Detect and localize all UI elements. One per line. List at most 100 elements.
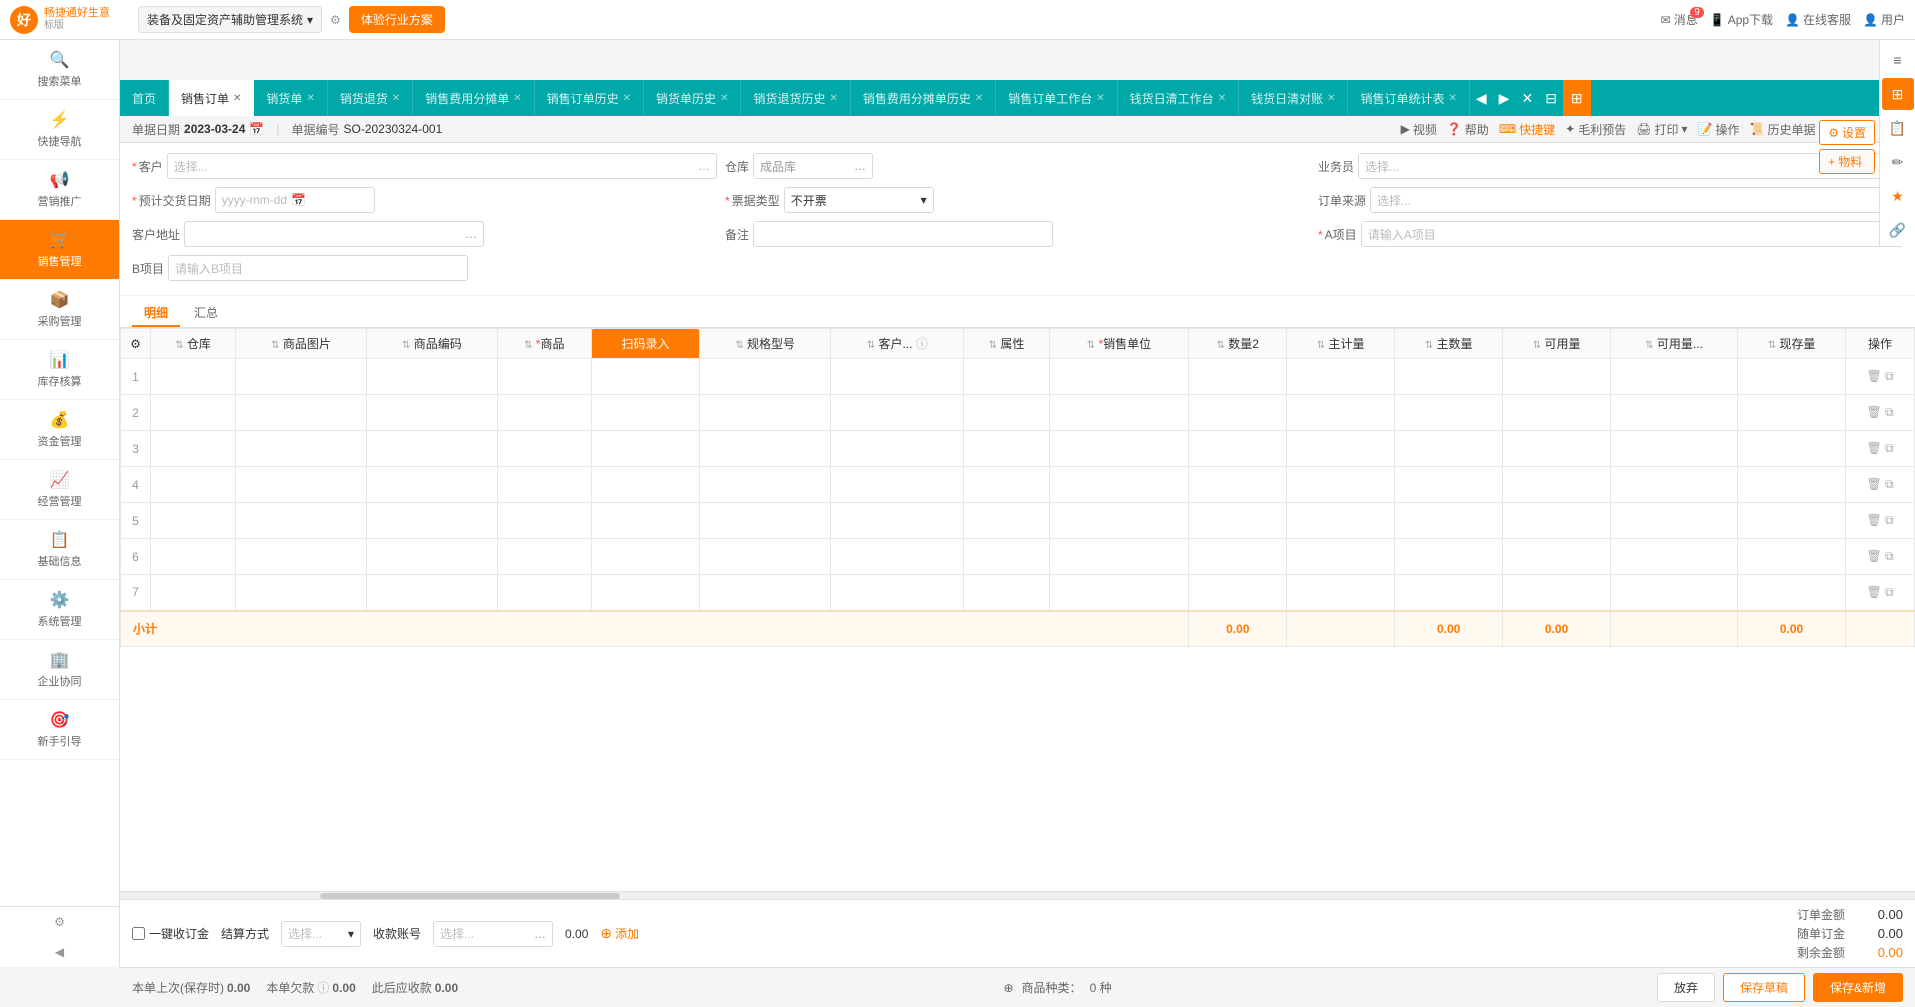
- tab-sales-workbench[interactable]: 销售订单工作台 ✕: [996, 80, 1117, 116]
- tab-sales-refund[interactable]: 销货退货 ✕: [328, 80, 413, 116]
- cell-customer-code[interactable]: [831, 503, 964, 539]
- gear-icon[interactable]: ⚙: [330, 13, 341, 27]
- copy-icon[interactable]: ⧉: [1885, 513, 1894, 527]
- sidebar-item-guide[interactable]: 🎯 新手引导: [0, 700, 119, 760]
- sidebar-item-quicknav[interactable]: ⚡ 快捷导航: [0, 100, 119, 160]
- cell-product-code[interactable]: [366, 359, 497, 395]
- th-available[interactable]: ⇅ 可用量: [1503, 329, 1611, 359]
- tab-home[interactable]: 首页: [120, 80, 169, 116]
- profit-btn[interactable]: ✦ 毛利预告: [1565, 121, 1626, 138]
- actions-btn[interactable]: 📝 操作: [1698, 121, 1740, 138]
- remark-input[interactable]: [753, 221, 1053, 247]
- right-panel-grid-btn[interactable]: ⊞: [1882, 78, 1914, 110]
- th-available2[interactable]: ⇅ 可用量...: [1611, 329, 1738, 359]
- cell-sales-unit[interactable]: [1049, 431, 1189, 467]
- tab-sales-stats[interactable]: 销售订单统计表 ✕: [1348, 80, 1469, 116]
- cell-customer-code[interactable]: [831, 431, 964, 467]
- tab-close-cash-account[interactable]: ✕: [1327, 93, 1335, 104]
- th-settings[interactable]: ⚙: [121, 329, 151, 359]
- delete-icon[interactable]: 🗑: [1866, 477, 1881, 491]
- settlement-select[interactable]: 选择... ▾: [281, 921, 361, 947]
- cell-attr[interactable]: [964, 539, 1049, 575]
- cell-sales-unit[interactable]: [1049, 575, 1189, 611]
- cell-product[interactable]: [497, 359, 591, 395]
- tab-close-sales-workbench[interactable]: ✕: [1096, 93, 1104, 104]
- user-btn[interactable]: 👤 用户: [1863, 11, 1905, 28]
- delete-icon[interactable]: 🗑: [1866, 549, 1881, 563]
- cell-product-code[interactable]: [366, 431, 497, 467]
- cell-spec[interactable]: [700, 539, 831, 575]
- cell-warehouse[interactable]: [151, 575, 236, 611]
- cell-product-code[interactable]: [366, 575, 497, 611]
- tab-close-sales-refund[interactable]: ✕: [392, 93, 400, 104]
- cell-qty2[interactable]: [1189, 539, 1287, 575]
- cell-product-code[interactable]: [366, 503, 497, 539]
- cell-main-qty[interactable]: [1395, 539, 1503, 575]
- message-btn[interactable]: ✉ 消息 9: [1661, 11, 1698, 28]
- cell-attr[interactable]: [964, 395, 1049, 431]
- cell-warehouse[interactable]: [151, 467, 236, 503]
- cell-product-code[interactable]: [366, 395, 497, 431]
- cell-sales-unit[interactable]: [1049, 467, 1189, 503]
- copy-icon[interactable]: ⧉: [1885, 441, 1894, 455]
- tab-expense-split[interactable]: 销售费用分摊单 ✕: [413, 80, 534, 116]
- th-warehouse[interactable]: ⇅ 仓库: [151, 329, 236, 359]
- sidebar-item-purchase[interactable]: 📦 采购管理: [0, 280, 119, 340]
- delete-icon[interactable]: 🗑: [1866, 405, 1881, 419]
- th-spec[interactable]: ⇅ 规格型号: [700, 329, 831, 359]
- right-panel-edit-btn[interactable]: ✏: [1882, 146, 1914, 178]
- cell-main-qty[interactable]: [1395, 359, 1503, 395]
- tab-summary[interactable]: 汇总: [182, 300, 230, 327]
- cell-sales-unit[interactable]: [1049, 359, 1189, 395]
- th-customer-code[interactable]: ⇅ 客户... ⓘ: [831, 329, 964, 359]
- tab-detail[interactable]: 明细: [132, 300, 180, 327]
- tab-close-expense-history[interactable]: ✕: [975, 93, 983, 104]
- cell-sales-unit[interactable]: [1049, 395, 1189, 431]
- copy-icon[interactable]: ⧉: [1885, 549, 1894, 563]
- copy-icon[interactable]: ⧉: [1885, 369, 1894, 383]
- tab-nav-prev[interactable]: ◀: [1470, 80, 1493, 116]
- cell-main-qty[interactable]: [1395, 575, 1503, 611]
- cell-customer-code[interactable]: [831, 467, 964, 503]
- tab-cash-workbench[interactable]: 钱货日清工作台 ✕: [1118, 80, 1239, 116]
- tab-cash-account[interactable]: 钱货日清对账 ✕: [1239, 80, 1348, 116]
- cell-spec[interactable]: [700, 575, 831, 611]
- delivery-input[interactable]: yyyy-mm-dd 📅: [215, 187, 375, 213]
- tab-refund-history[interactable]: 销货退货历史 ✕: [741, 80, 850, 116]
- th-product-img[interactable]: ⇅ 商品图片: [236, 329, 367, 359]
- tab-close-cash-workbench[interactable]: ✕: [1218, 93, 1226, 104]
- sidebar-item-basic[interactable]: 📋 基础信息: [0, 520, 119, 580]
- one-click-checkbox[interactable]: 一键收订金: [132, 925, 209, 942]
- cell-customer-code[interactable]: [831, 575, 964, 611]
- sidebar-settings-btn[interactable]: ⚙: [0, 907, 119, 937]
- cell-attr[interactable]: [964, 467, 1049, 503]
- cell-product[interactable]: [497, 575, 591, 611]
- online-support-btn[interactable]: 👤 在线客服: [1785, 11, 1851, 28]
- a-project-input[interactable]: 请输入A项目: [1361, 221, 1903, 247]
- cell-spec[interactable]: [700, 359, 831, 395]
- sidebar-item-search[interactable]: 🔍 搜索菜单: [0, 40, 119, 100]
- sidebar-item-inventory[interactable]: 📊 库存核算: [0, 340, 119, 400]
- tab-close-sales-return[interactable]: ✕: [306, 93, 314, 104]
- sidebar-item-enterprise[interactable]: 🏢 企业协同: [0, 640, 119, 700]
- industry-btn[interactable]: 体验行业方案: [349, 6, 445, 33]
- sidebar-item-marketing[interactable]: 📢 营销推广: [0, 160, 119, 220]
- history-btn[interactable]: 📜 历史单据: [1749, 121, 1815, 138]
- cell-warehouse[interactable]: [151, 359, 236, 395]
- cell-qty2[interactable]: [1189, 575, 1287, 611]
- copy-icon[interactable]: ⧉: [1885, 585, 1894, 599]
- cell-attr[interactable]: [964, 575, 1049, 611]
- scroll-thumb[interactable]: [320, 893, 620, 899]
- copy-icon[interactable]: ⧉: [1885, 477, 1894, 491]
- th-main-unit[interactable]: ⇅ 主计量: [1287, 329, 1395, 359]
- add-material-btn[interactable]: + 物料: [1819, 149, 1875, 174]
- tab-nav-close[interactable]: ✕: [1515, 80, 1539, 116]
- tab-nav-list[interactable]: ⊟: [1539, 80, 1563, 116]
- right-panel-link-btn[interactable]: 🔗: [1882, 214, 1914, 246]
- cell-main-qty[interactable]: [1395, 503, 1503, 539]
- cell-warehouse[interactable]: [151, 431, 236, 467]
- view-btn[interactable]: ▶ 视频: [1401, 121, 1437, 138]
- tab-nav-next[interactable]: ▶: [1493, 80, 1516, 116]
- shortcut-btn[interactable]: ⌨ 快捷键: [1499, 121, 1555, 138]
- tab-close-sales-order[interactable]: ✕: [233, 93, 241, 104]
